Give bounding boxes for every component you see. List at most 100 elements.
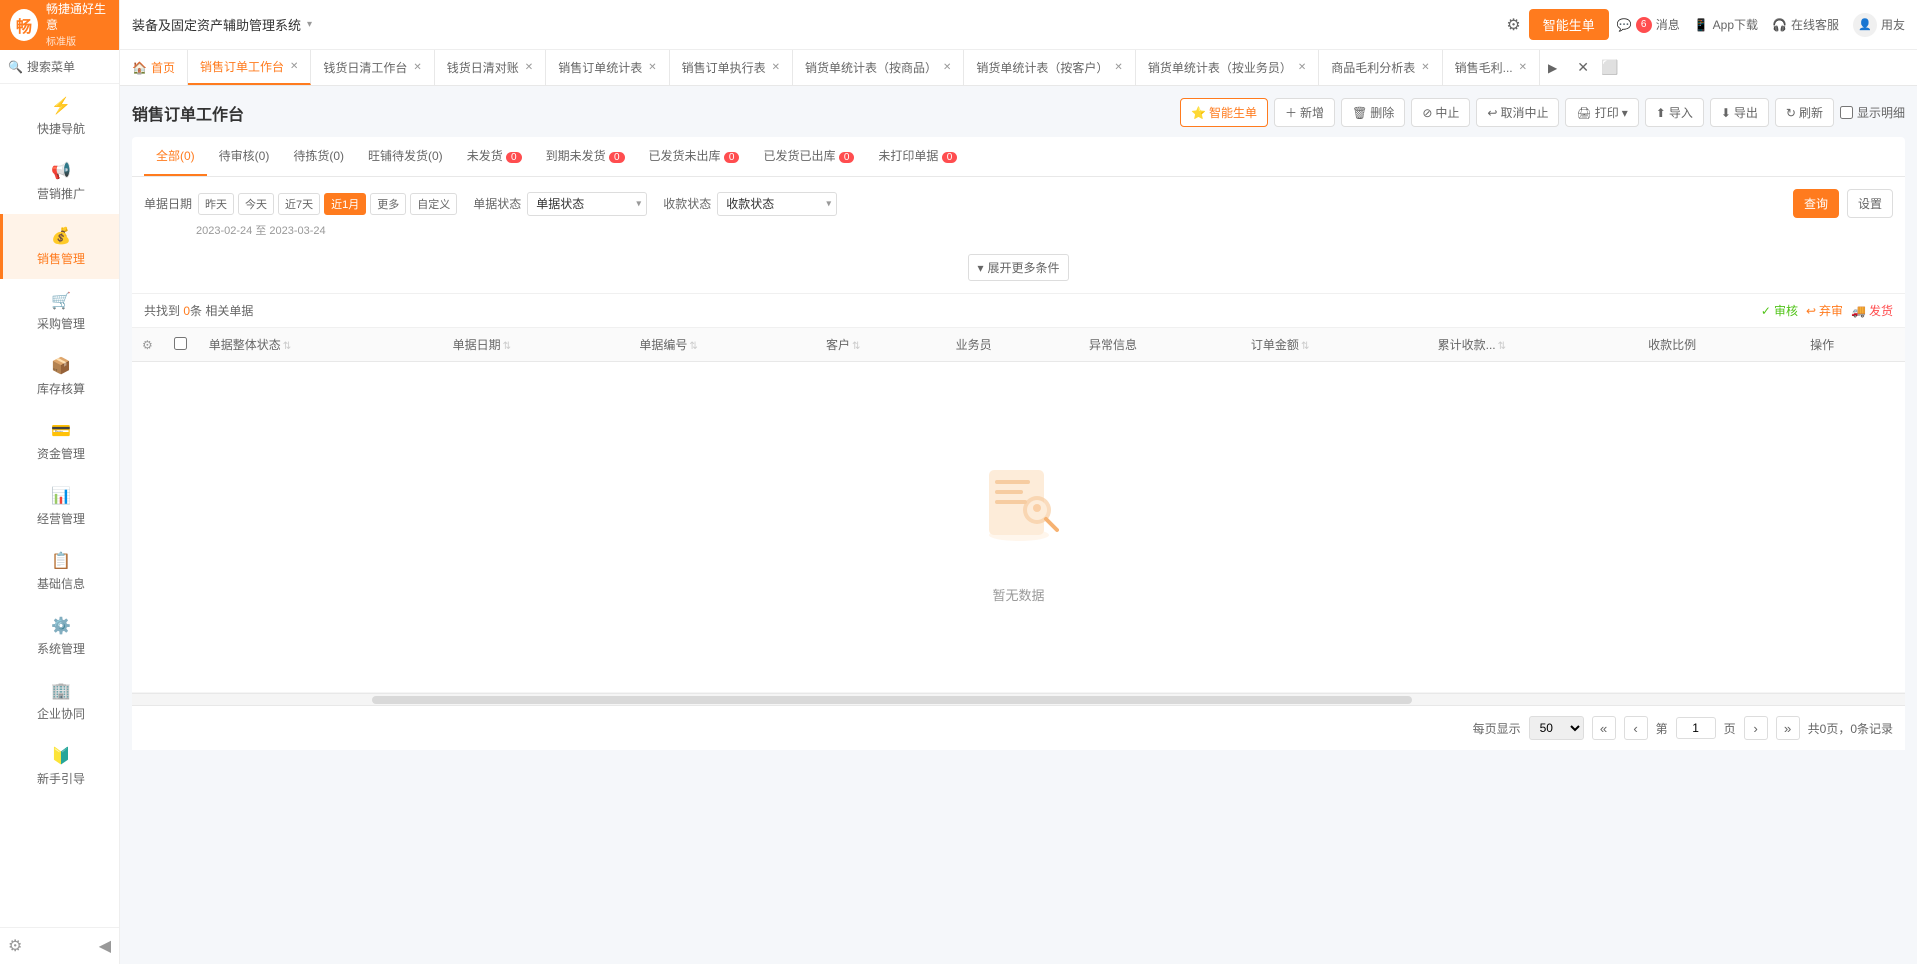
refresh-button[interactable]: ↻ 刷新 (1775, 98, 1834, 127)
tabbar-more[interactable]: ▶ (1540, 61, 1565, 75)
topbar-settings-icon[interactable]: ⚙ (1506, 15, 1520, 35)
date-btn-yesterday[interactable]: 昨天 (198, 193, 234, 215)
table-header-row: ⚙ 单据整体状态⇅ 单据日期⇅ 单据编号⇅ 客户⇅ 业务员 异常信息 订单金额⇅… (132, 328, 1905, 362)
tab-sales-customer[interactable]: 销货单统计表（按客户） ✕ (964, 50, 1135, 85)
last-page-button[interactable]: » (1776, 716, 1800, 740)
th-checkbox[interactable] (163, 328, 199, 362)
status-select[interactable]: 单据状态 (527, 192, 647, 216)
sidebar-item-quick-nav[interactable]: ⚡ 快捷导航 (0, 84, 119, 149)
sidebar-item-inventory[interactable]: 📦 库存核算 (0, 344, 119, 409)
scrollbar-area[interactable] (132, 693, 1905, 705)
tab-label: 钱货日清对账 (447, 59, 519, 76)
sidebar-search[interactable]: 🔍 搜索菜单 (0, 50, 119, 84)
tab-close-icon[interactable]: ✕ (1114, 62, 1122, 73)
prev-page-button[interactable]: ‹ (1624, 716, 1648, 740)
delete-button[interactable]: 🗑 删除 (1341, 98, 1405, 127)
ship-action-btn[interactable]: 🚚 发货 (1851, 302, 1893, 319)
tab-label: 钱货日清工作台 (323, 59, 407, 76)
chevron-right-icon: ▶ (1548, 61, 1557, 75)
filter-tab-shipped-out[interactable]: 已发货已出库 0 (751, 137, 866, 176)
tab-close-icon[interactable]: ✕ (290, 61, 298, 72)
settings-icon[interactable]: ⚙ (8, 936, 22, 956)
solution-button[interactable]: 智能生单 (1529, 9, 1609, 40)
tab-close-icon[interactable]: ✕ (525, 62, 533, 73)
filter-tab-pending-pick[interactable]: 待拣货(0) (281, 137, 356, 176)
cancel-stop-button[interactable]: ↩ 取消中止 (1476, 98, 1559, 127)
tab-close-icon[interactable]: ✕ (413, 62, 421, 73)
revoke-action-btn[interactable]: ↩ 弃审 (1806, 302, 1843, 319)
filter-tab-shipped-not-out[interactable]: 已发货未出库 0 (637, 137, 752, 176)
search-button[interactable]: 查询 (1793, 189, 1839, 218)
date-btn-today[interactable]: 今天 (238, 193, 274, 215)
audit-action-btn[interactable]: ✓ 审核 (1761, 302, 1798, 319)
page-number-input[interactable] (1676, 717, 1716, 739)
smart-create-button[interactable]: ⭐ 智能生单 (1180, 98, 1268, 127)
first-page-button[interactable]: « (1592, 716, 1616, 740)
tab-cash-reconcile[interactable]: 钱货日清对账 ✕ (435, 50, 546, 85)
tab-maximize-icon[interactable]: ⬜ (1597, 57, 1622, 78)
date-btn-custom[interactable]: 自定义 (410, 193, 457, 215)
tab-sales-gross[interactable]: 销售毛利... ✕ (1443, 50, 1540, 85)
filter-tab-all[interactable]: 全部(0) (144, 137, 207, 176)
sidebar-item-sales[interactable]: 💰 销售管理 (0, 214, 119, 279)
tab-close-icon[interactable]: ✕ (1298, 62, 1306, 73)
tab-sales-stats[interactable]: 销售订单统计表 ✕ (546, 50, 669, 85)
tab-close-icon[interactable]: ✕ (772, 62, 780, 73)
tab-close-icon[interactable]: ✕ (1519, 62, 1527, 73)
select-all-checkbox[interactable] (174, 337, 187, 350)
online-service-item[interactable]: 🎧 在线客服 (1772, 16, 1839, 33)
topbar-right: 💬 6 消息 📱 App下载 🎧 在线客服 👤 用友 (1617, 13, 1905, 37)
tab-home[interactable]: 🏠 首页 (120, 50, 188, 85)
tab-cash-clear[interactable]: 钱货日清工作台 ✕ (311, 50, 434, 85)
scrollbar-thumb[interactable] (372, 696, 1412, 704)
filter-tab-overdue[interactable]: 到期未发货 0 (534, 137, 637, 176)
sidebar-nav: ⚡ 快捷导航 📢 营销推广 💰 销售管理 🛒 采购管理 📦 库存核算 💳 资金管… (0, 84, 119, 927)
th-settings[interactable]: ⚙ (132, 328, 163, 362)
sidebar-item-guide[interactable]: 🔰 新手引导 (0, 734, 119, 799)
date-btn-1month[interactable]: 近1月 (324, 193, 366, 215)
date-btn-more[interactable]: 更多 (370, 193, 406, 215)
setting-button[interactable]: 设置 (1847, 189, 1893, 218)
tab-sales-exec[interactable]: 销售订单执行表 ✕ (670, 50, 793, 85)
message-item[interactable]: 💬 6 消息 (1617, 16, 1680, 33)
filter-tab-wangpu[interactable]: 旺铺待发货(0) (356, 137, 455, 176)
show-detail-input[interactable] (1840, 106, 1853, 119)
sidebar-item-purchase[interactable]: 🛒 采购管理 (0, 279, 119, 344)
per-page-select[interactable]: 50 20 100 (1529, 716, 1584, 740)
sidebar-item-marketing[interactable]: 📢 营销推广 (0, 149, 119, 214)
sidebar-item-operations[interactable]: 📊 经营管理 (0, 474, 119, 539)
cancel-stop-label: 取消中止 (1500, 104, 1548, 121)
export-button[interactable]: ⬇ 导出 (1710, 98, 1769, 127)
app-download-item[interactable]: 📱 App下载 (1694, 16, 1758, 33)
tab-gross-profit[interactable]: 商品毛利分析表 ✕ (1319, 50, 1442, 85)
dropdown-icon: ▾ (1622, 106, 1628, 120)
tab-sales-staff[interactable]: 销货单统计表（按业务员） ✕ (1136, 50, 1319, 85)
sidebar-item-enterprise[interactable]: 🏢 企业协同 (0, 669, 119, 734)
date-btn-7days[interactable]: 近7天 (278, 193, 320, 215)
add-button[interactable]: ＋ 新增 (1274, 98, 1335, 127)
logo-icon: 畅 (10, 9, 38, 41)
filter-tab-unprinted[interactable]: 未打印单据 0 (866, 137, 969, 176)
tab-sales-workbench[interactable]: 销售订单工作台 ✕ (188, 50, 311, 85)
user-item[interactable]: 👤 用友 (1853, 13, 1905, 37)
show-detail-checkbox[interactable]: 显示明细 (1840, 104, 1905, 121)
stop-button[interactable]: ⊘ 中止 (1411, 98, 1470, 127)
sidebar-item-basic-info[interactable]: 📋 基础信息 (0, 539, 119, 604)
tab-close-all-icon[interactable]: ✕ (1573, 57, 1593, 78)
sidebar-item-system[interactable]: ⚙️ 系统管理 (0, 604, 119, 669)
collapse-icon[interactable]: ◀ (99, 936, 111, 956)
sidebar-item-label: 资金管理 (37, 445, 85, 462)
payment-select[interactable]: 收款状态 (717, 192, 837, 216)
import-button[interactable]: ⬆ 导入 (1645, 98, 1704, 127)
tab-close-icon[interactable]: ✕ (648, 62, 656, 73)
next-page-button[interactable]: › (1744, 716, 1768, 740)
filter-tab-unshipped[interactable]: 未发货 0 (455, 137, 534, 176)
tab-close-icon[interactable]: ✕ (1421, 62, 1429, 73)
tab-close-icon[interactable]: ✕ (943, 62, 951, 73)
expand-filter-button[interactable]: ▾ 展开更多条件 (968, 254, 1068, 281)
print-button[interactable]: 🖨 打印 ▾ (1565, 98, 1638, 127)
tab-sales-product[interactable]: 销货单统计表（按商品） ✕ (793, 50, 964, 85)
sidebar-item-finance[interactable]: 💳 资金管理 (0, 409, 119, 474)
tab-label: 销售订单执行表 (682, 59, 766, 76)
filter-tab-pending-audit[interactable]: 待审核(0) (207, 137, 282, 176)
